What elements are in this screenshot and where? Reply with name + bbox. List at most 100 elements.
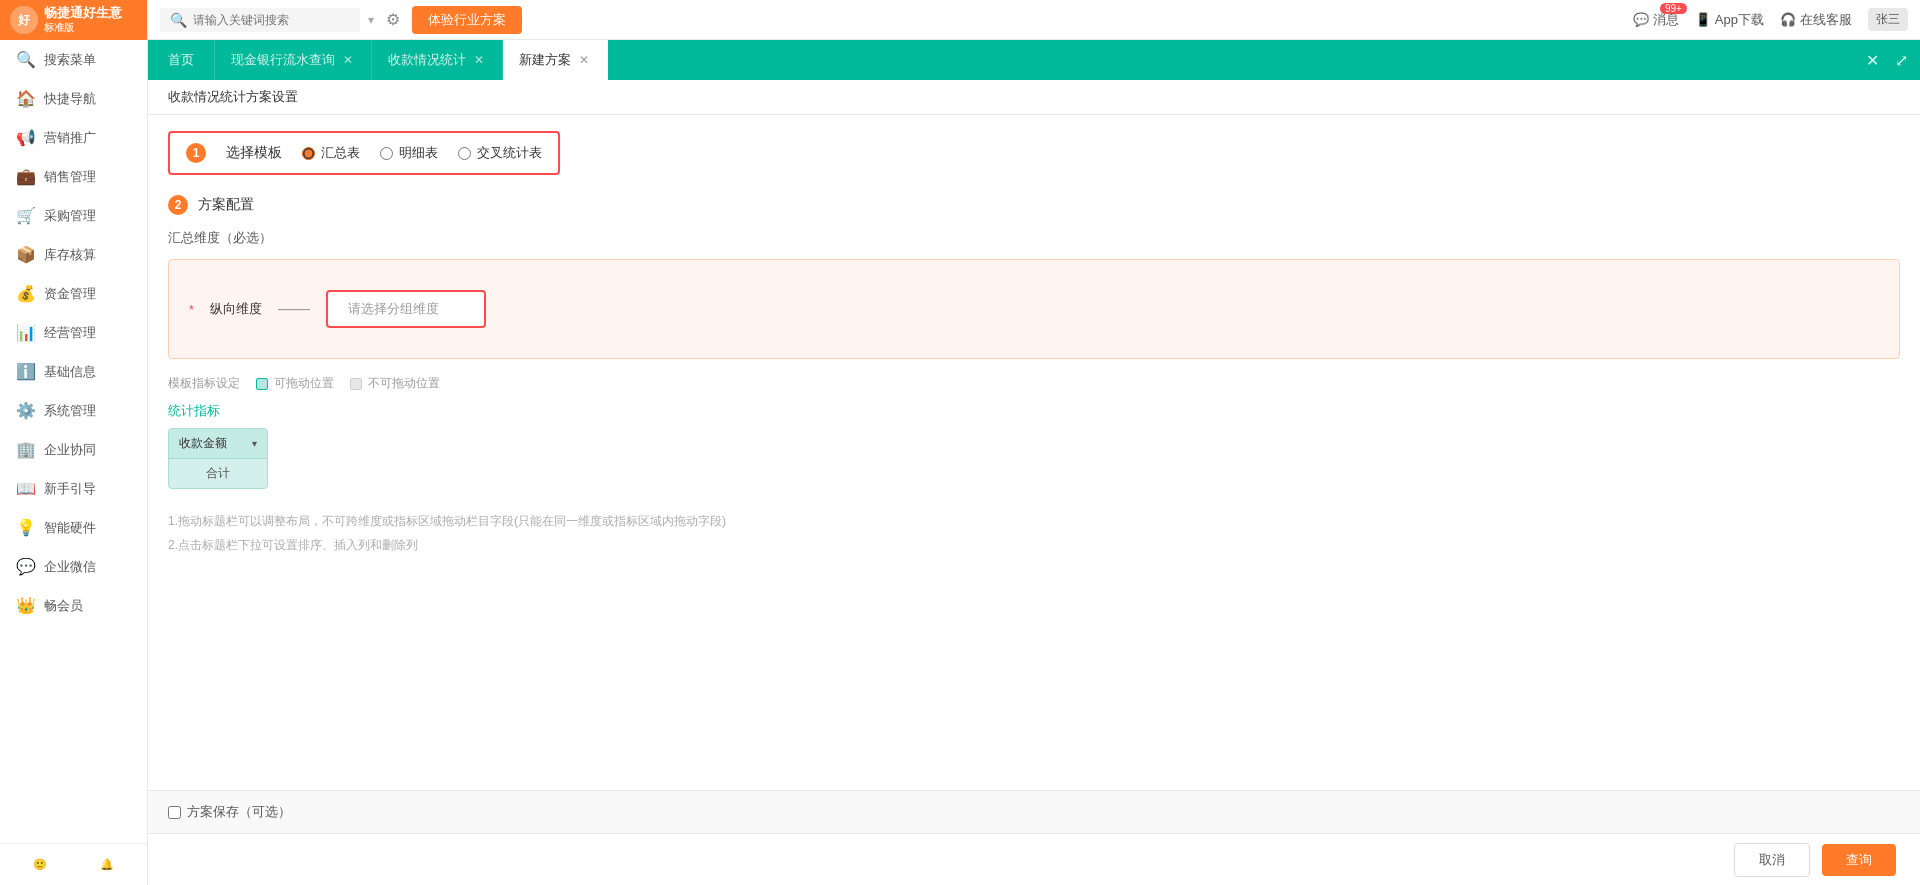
sidebar-item-wechat[interactable]: 💬 企业微信 <box>0 547 147 586</box>
search-chevron-icon[interactable]: ▾ <box>368 13 374 27</box>
service-item[interactable]: 🎧 在线客服 <box>1780 11 1852 29</box>
marketing-icon: 📢 <box>16 128 36 147</box>
movable-legend-dot <box>256 378 268 390</box>
purchase-icon: 🛒 <box>16 206 36 225</box>
metrics-card-amount: 收款金额 ▾ 合计 <box>168 428 268 489</box>
page-footer: 方案保存（可选） <box>148 790 1920 833</box>
section1-num: 1 <box>186 143 206 163</box>
sidebar-bottom-notify[interactable]: 🔔 <box>76 852 140 877</box>
section2-header: 2 方案配置 <box>168 195 1900 215</box>
message-item[interactable]: 💬 消息 99+ <box>1633 11 1679 29</box>
tab-new-plan[interactable]: 新建方案 ✕ <box>503 40 608 80</box>
guide-icon: 📖 <box>16 479 36 498</box>
radio-summary[interactable]: 汇总表 <box>302 144 360 162</box>
sidebar-item-marketing[interactable]: 📢 营销推广 <box>0 118 147 157</box>
tab-close-btn[interactable]: ✕ <box>1862 47 1883 74</box>
tips-section: 1.拖动标题栏可以调整布局，不可跨维度或指标区域拖动栏目字段(只能在同一维度或指… <box>168 509 1900 557</box>
search-icon: 🔍 <box>16 50 36 69</box>
metrics-cards: 收款金额 ▾ 合计 <box>168 428 1900 489</box>
query-button[interactable]: 查询 <box>1822 844 1896 876</box>
sidebar-item-hardware[interactable]: 💡 智能硬件 <box>0 508 147 547</box>
topbar: 🔍 ▾ ⚙ 体验行业方案 💬 消息 99+ 📱 App下载 🎧 在线客服 张三 <box>148 0 1920 40</box>
sidebar-item-wechat-label: 企业微信 <box>44 558 96 576</box>
topbar-search-box[interactable]: 🔍 <box>160 8 360 32</box>
sidebar-item-member[interactable]: 👑 畅会员 <box>0 586 147 625</box>
section2-title: 方案配置 <box>198 196 254 214</box>
tab-home-label: 首页 <box>168 51 194 69</box>
radio-summary-input[interactable] <box>302 147 315 160</box>
dimension-config-label-text: 汇总维度（必选） <box>168 230 272 245</box>
main-area: 🔍 ▾ ⚙ 体验行业方案 💬 消息 99+ 📱 App下载 🎧 在线客服 张三 <box>148 0 1920 885</box>
message-icon: 💬 <box>1633 12 1649 27</box>
sidebar-item-purchase[interactable]: 🛒 采购管理 <box>0 196 147 235</box>
radio-detail[interactable]: 明细表 <box>380 144 438 162</box>
save-checkbox-label[interactable]: 方案保存（可选） <box>168 803 291 821</box>
download-item[interactable]: 📱 App下载 <box>1695 11 1764 29</box>
tab-expand-btn[interactable]: ⤢ <box>1891 47 1912 74</box>
service-label: 在线客服 <box>1800 11 1852 29</box>
tab-collection[interactable]: 收款情况统计 ✕ <box>372 40 503 80</box>
sidebar-item-info[interactable]: ℹ️ 基础信息 <box>0 352 147 391</box>
tab-collection-close[interactable]: ✕ <box>472 51 486 69</box>
member-icon: 👑 <box>16 596 36 615</box>
metrics-label-row: 模板指标设定 可拖动位置 不可拖动位置 <box>168 375 1900 392</box>
radio-detail-input[interactable] <box>380 147 393 160</box>
search-input[interactable] <box>193 13 333 27</box>
finance-icon: 💰 <box>16 284 36 303</box>
metrics-config-label: 模板指标设定 <box>168 375 240 392</box>
logo-icon: 好 <box>10 6 38 34</box>
tab-collection-label: 收款情况统计 <box>388 51 466 69</box>
sidebar-item-management[interactable]: 📊 经营管理 <box>0 313 147 352</box>
cancel-button[interactable]: 取消 <box>1734 843 1810 877</box>
sidebar-item-guide[interactable]: 📖 新手引导 <box>0 469 147 508</box>
sidebar-item-sales[interactable]: 💼 销售管理 <box>0 157 147 196</box>
sidebar-item-system[interactable]: ⚙️ 系统管理 <box>0 391 147 430</box>
page-header: 收款情况统计方案设置 <box>148 80 1920 115</box>
system-icon: ⚙️ <box>16 401 36 420</box>
tab-home[interactable]: 首页 <box>148 40 215 80</box>
sidebar-item-inventory-label: 库存核算 <box>44 246 96 264</box>
radio-detail-label: 明细表 <box>399 144 438 162</box>
radio-summary-label: 汇总表 <box>321 144 360 162</box>
enterprise-icon: 🏢 <box>16 440 36 459</box>
tabs-actions: ✕ ⤢ <box>1854 40 1920 80</box>
dimension-config-label: 汇总维度（必选） <box>168 229 1900 247</box>
movable-legend: 可拖动位置 <box>256 375 334 392</box>
sidebar-item-finance-label: 资金管理 <box>44 285 96 303</box>
gear-icon[interactable]: ⚙ <box>382 6 404 33</box>
sidebar-item-enterprise-label: 企业协同 <box>44 441 96 459</box>
save-checkbox-input[interactable] <box>168 806 181 819</box>
sidebar-item-enterprise[interactable]: 🏢 企业协同 <box>0 430 147 469</box>
sidebar-item-member-label: 畅会员 <box>44 597 83 615</box>
radio-crosstab[interactable]: 交叉统计表 <box>458 144 542 162</box>
sidebar-item-search[interactable]: 🔍 搜索菜单 <box>0 40 147 79</box>
tab-new-plan-label: 新建方案 <box>519 51 571 69</box>
section-template: 1 选择模板 汇总表 明细表 <box>168 131 1900 175</box>
search-icon: 🔍 <box>170 12 187 28</box>
management-icon: 📊 <box>16 323 36 342</box>
user-badge[interactable]: 张三 <box>1868 8 1908 31</box>
dimension-row: * 纵向维度 —— 请选择分组维度 <box>189 290 1879 328</box>
service-icon: 🎧 <box>1780 12 1796 27</box>
section1-title: 选择模板 <box>226 144 282 162</box>
sidebar-item-finance[interactable]: 💰 资金管理 <box>0 274 147 313</box>
sales-icon: 💼 <box>16 167 36 186</box>
sidebar-item-inventory[interactable]: 📦 库存核算 <box>0 235 147 274</box>
logo-sub-text: 标准版 <box>44 21 122 35</box>
tab-cashflow[interactable]: 现金银行流水查询 ✕ <box>215 40 372 80</box>
download-icon: 📱 <box>1695 12 1711 27</box>
dimension-input[interactable]: 请选择分组维度 <box>326 290 486 328</box>
sidebar-item-search-label: 搜索菜单 <box>44 51 96 69</box>
radio-crosstab-input[interactable] <box>458 147 471 160</box>
sidebar-item-nav[interactable]: 🏠 快捷导航 <box>0 79 147 118</box>
dimension-area: * 纵向维度 —— 请选择分组维度 <box>168 259 1900 359</box>
metrics-card-body: 合计 <box>169 459 267 488</box>
tab-new-plan-close[interactable]: ✕ <box>577 51 591 69</box>
metrics-card-header[interactable]: 收款金额 ▾ <box>169 429 267 459</box>
sidebar-bottom-avatar[interactable]: 🙂 <box>8 852 72 877</box>
metrics-card-chevron-icon[interactable]: ▾ <box>252 438 257 449</box>
tab-cashflow-close[interactable]: ✕ <box>341 51 355 69</box>
sidebar-item-system-label: 系统管理 <box>44 402 96 420</box>
industry-btn[interactable]: 体验行业方案 <box>412 6 522 34</box>
template-selection-box: 1 选择模板 汇总表 明细表 <box>168 131 560 175</box>
